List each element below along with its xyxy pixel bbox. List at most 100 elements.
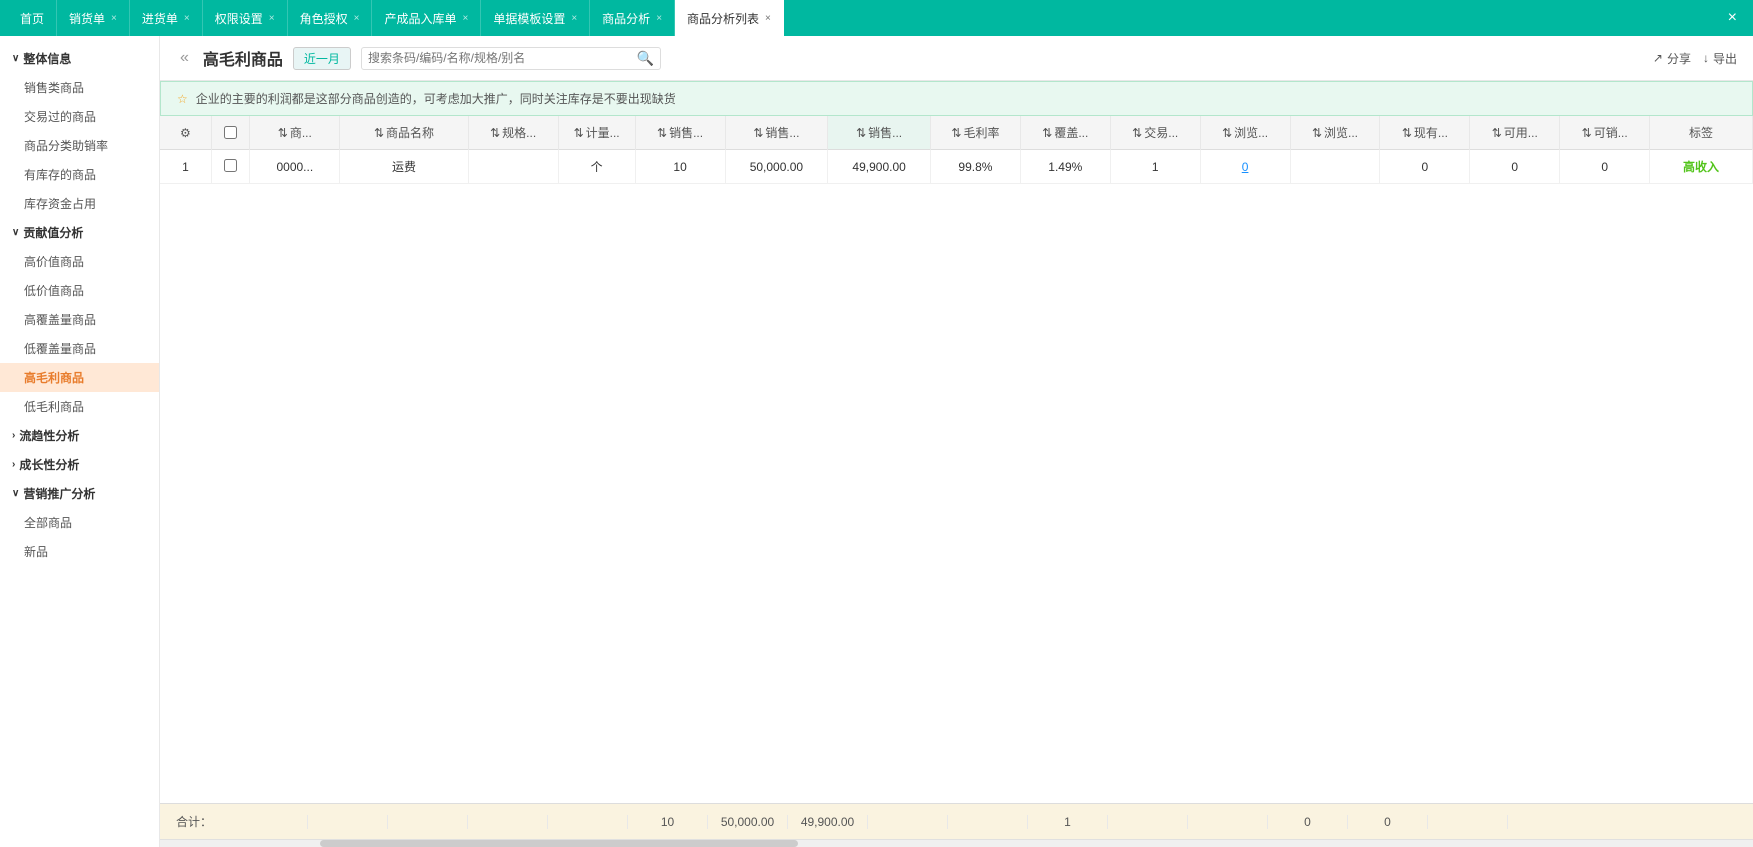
col-sales1[interactable]: ⇅销售... bbox=[635, 116, 725, 150]
footer-cell-4 bbox=[548, 815, 628, 829]
cell-trade: 1 bbox=[1110, 150, 1200, 184]
sidebar-item-low-value[interactable]: 低价值商品 bbox=[0, 276, 159, 305]
sidebar-collapse-button[interactable]: « bbox=[176, 47, 193, 69]
sort-icon: ⇅ bbox=[753, 126, 763, 140]
export-button[interactable]: ↓ 导出 bbox=[1703, 50, 1737, 67]
nav-tab-product-entry[interactable]: 产成品入库单 × bbox=[372, 0, 481, 36]
col-saleable[interactable]: ⇅可销... bbox=[1560, 116, 1650, 150]
col-name[interactable]: ⇅商品名称 bbox=[340, 116, 468, 150]
footer-cell-2 bbox=[388, 815, 468, 829]
share-button[interactable]: ↗ 分享 bbox=[1653, 50, 1691, 67]
cell-gross-rate: 99.8% bbox=[930, 150, 1020, 184]
row-checkbox[interactable] bbox=[224, 159, 237, 172]
close-icon[interactable]: × bbox=[269, 13, 275, 24]
table-footer: 合计： 10 50,000.00 49,900.00 1 0 0 bbox=[160, 803, 1753, 839]
col-sales2[interactable]: ⇅销售... bbox=[725, 116, 828, 150]
col-available[interactable]: ⇅可用... bbox=[1470, 116, 1560, 150]
col-coverage[interactable]: ⇅覆盖... bbox=[1020, 116, 1110, 150]
sidebar-item-all-goods[interactable]: 全部商品 bbox=[0, 508, 159, 537]
export-icon: ↓ bbox=[1703, 51, 1709, 65]
sidebar-item-low-margin[interactable]: 低毛利商品 bbox=[0, 392, 159, 421]
search-input[interactable] bbox=[368, 51, 637, 65]
col-current[interactable]: ⇅现有... bbox=[1380, 116, 1470, 150]
cell-browse1[interactable]: 0 bbox=[1200, 150, 1290, 184]
sort-icon: ⇅ bbox=[1222, 126, 1232, 140]
footer-cell-9 bbox=[948, 815, 1028, 829]
window-close-button[interactable]: × bbox=[1720, 9, 1745, 27]
sidebar-item-high-margin[interactable]: 高毛利商品 bbox=[0, 363, 159, 392]
cell-browse2 bbox=[1290, 150, 1380, 184]
cell-current: 0 bbox=[1380, 150, 1470, 184]
sidebar-item-new-goods[interactable]: 新品 bbox=[0, 537, 159, 566]
sidebar-item-traded-goods[interactable]: 交易过的商品 bbox=[0, 102, 159, 131]
sidebar-item-high-coverage[interactable]: 高覆盖量商品 bbox=[0, 305, 159, 334]
filter-period-button[interactable]: 近一月 bbox=[293, 47, 351, 70]
nav-tab-template[interactable]: 单据模板设置 × bbox=[481, 0, 590, 36]
footer-cell-3 bbox=[468, 815, 548, 829]
col-spec[interactable]: ⇅规格... bbox=[468, 116, 558, 150]
close-icon[interactable]: × bbox=[571, 13, 577, 24]
col-checkbox[interactable] bbox=[211, 116, 250, 150]
sidebar-item-stocked-goods[interactable]: 有库存的商品 bbox=[0, 160, 159, 189]
cell-sales3: 49,900.00 bbox=[828, 150, 931, 184]
cell-spec bbox=[468, 150, 558, 184]
sidebar-item-sales-goods[interactable]: 销售类商品 bbox=[0, 73, 159, 102]
data-table: ⚙ ⇅商... ⇅商品名称 ⇅ bbox=[160, 116, 1753, 184]
close-icon[interactable]: × bbox=[765, 13, 771, 24]
col-sales3[interactable]: ⇅销售... bbox=[828, 116, 931, 150]
col-browse1[interactable]: ⇅浏览... bbox=[1200, 116, 1290, 150]
sidebar-group-marketing[interactable]: ∨ 营销推广分析 bbox=[0, 479, 159, 508]
col-browse2[interactable]: ⇅浏览... bbox=[1290, 116, 1380, 150]
nav-tab-permission[interactable]: 权限设置 × bbox=[203, 0, 288, 36]
col-gross-rate[interactable]: ⇅毛利率 bbox=[930, 116, 1020, 150]
chevron-down-icon: ∨ bbox=[12, 488, 19, 499]
nav-tab-purchase[interactable]: 进货单 × bbox=[130, 0, 203, 36]
close-icon[interactable]: × bbox=[656, 13, 662, 24]
sidebar-group-contribution[interactable]: ∨ 贡献值分析 bbox=[0, 218, 159, 247]
sidebar-item-stock-capital[interactable]: 库存资金占用 bbox=[0, 189, 159, 218]
nav-tab-role[interactable]: 角色授权 × bbox=[288, 0, 373, 36]
sidebar-item-low-coverage[interactable]: 低覆盖量商品 bbox=[0, 334, 159, 363]
sidebar: ∨ 整体信息 销售类商品 交易过的商品 商品分类助销率 有库存的商品 库存资金占… bbox=[0, 36, 160, 847]
sidebar-group-overall[interactable]: ∨ 整体信息 bbox=[0, 44, 159, 73]
nav-tab-sales[interactable]: 销货单 × bbox=[57, 0, 130, 36]
table-area[interactable]: ⚙ ⇅商... ⇅商品名称 ⇅ bbox=[160, 116, 1753, 803]
sidebar-group-growth[interactable]: › 成长性分析 bbox=[0, 450, 159, 479]
nav-tab-analysis[interactable]: 商品分析 × bbox=[590, 0, 675, 36]
sidebar-group-trend[interactable]: › 流趋性分析 bbox=[0, 421, 159, 450]
close-icon[interactable]: × bbox=[184, 13, 190, 24]
col-unit[interactable]: ⇅计量... bbox=[558, 116, 635, 150]
horizontal-scrollbar[interactable] bbox=[160, 839, 1753, 847]
search-box[interactable]: 🔍 bbox=[361, 47, 661, 70]
close-icon[interactable]: × bbox=[354, 13, 360, 24]
close-icon[interactable]: × bbox=[111, 13, 117, 24]
close-icon[interactable]: × bbox=[462, 13, 468, 24]
col-trade[interactable]: ⇅交易... bbox=[1110, 116, 1200, 150]
col-tag[interactable]: 标签 bbox=[1650, 116, 1753, 150]
footer-cells: 10 50,000.00 49,900.00 1 0 0 bbox=[228, 815, 1737, 829]
search-icon[interactable]: 🔍 bbox=[637, 50, 654, 67]
footer-cell-0 bbox=[228, 815, 308, 829]
nav-tab-home[interactable]: 首页 bbox=[8, 0, 57, 36]
nav-tab-analysis-list[interactable]: 商品分析列表 × bbox=[675, 0, 784, 36]
sort-icon: ⇅ bbox=[856, 126, 866, 140]
cell-coverage: 1.49% bbox=[1020, 150, 1110, 184]
sidebar-item-category-rate[interactable]: 商品分类助销率 bbox=[0, 131, 159, 160]
scrollbar-thumb[interactable] bbox=[320, 840, 798, 847]
sort-icon: ⇅ bbox=[1312, 126, 1322, 140]
select-all-checkbox[interactable] bbox=[224, 126, 237, 139]
chevron-right-icon: › bbox=[12, 459, 15, 470]
footer-cell-11 bbox=[1108, 815, 1188, 829]
cell-unit: 个 bbox=[558, 150, 635, 184]
sort-icon: ⇅ bbox=[574, 126, 584, 140]
sidebar-item-high-value[interactable]: 高价值商品 bbox=[0, 247, 159, 276]
cell-tag: 高收入 bbox=[1650, 150, 1753, 184]
cell-sales2: 50,000.00 bbox=[725, 150, 828, 184]
cell-checkbox[interactable] bbox=[211, 150, 250, 184]
cell-available: 0 bbox=[1470, 150, 1560, 184]
cell-sales1: 10 bbox=[635, 150, 725, 184]
footer-cell-8 bbox=[868, 815, 948, 829]
col-code[interactable]: ⇅商... bbox=[250, 116, 340, 150]
cell-saleable: 0 bbox=[1560, 150, 1650, 184]
cell-seq: 1 bbox=[160, 150, 211, 184]
